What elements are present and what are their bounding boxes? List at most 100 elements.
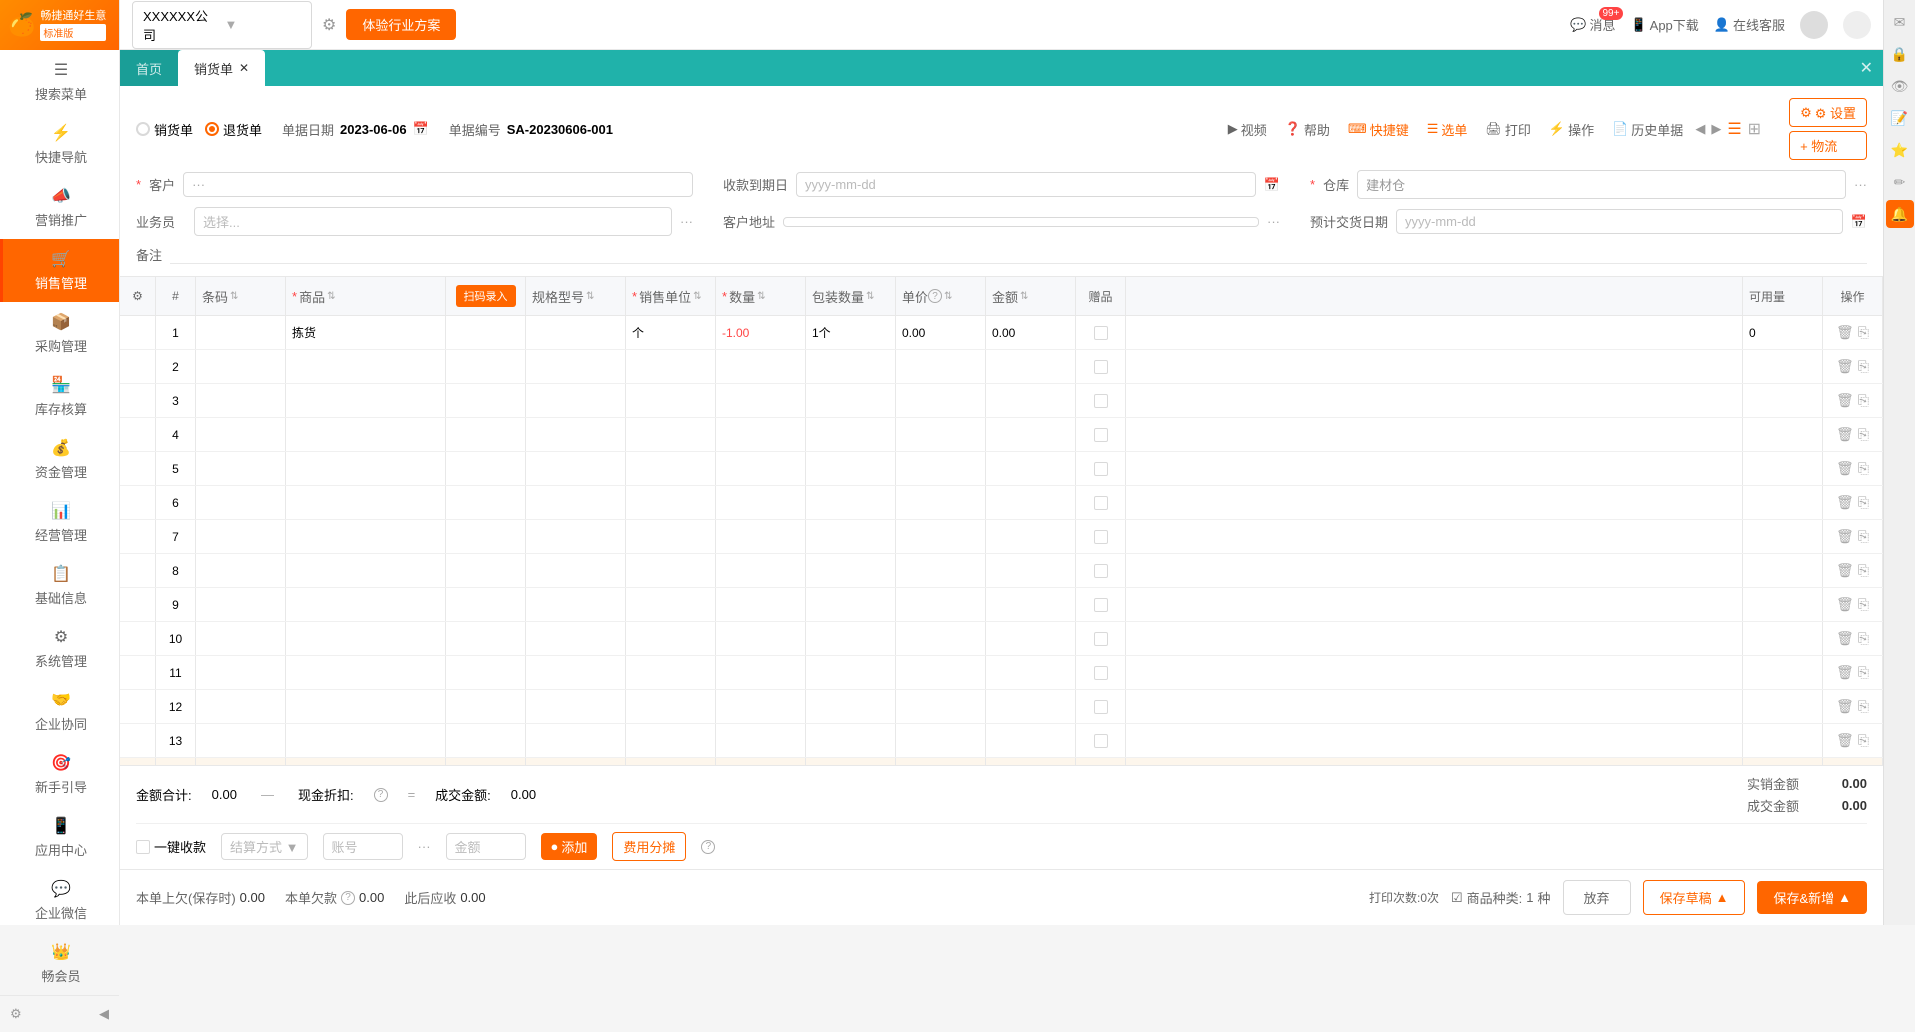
row-qty[interactable]: -1.00 bbox=[716, 316, 806, 349]
scan-button[interactable]: 扫码录入 bbox=[456, 285, 516, 307]
gear-icon[interactable]: ⚙ bbox=[322, 15, 336, 35]
sidebar-item-basic-info[interactable]: 📋 基础信息 bbox=[0, 554, 119, 617]
expected-date-input[interactable]: yyyy-mm-dd bbox=[1396, 209, 1843, 234]
sidebar-item-finance[interactable]: 💰 资金管理 bbox=[0, 428, 119, 491]
amount-input[interactable]: 金额 bbox=[446, 833, 526, 860]
shortcut-btn[interactable]: ⌨ 快捷键 bbox=[1342, 118, 1415, 141]
row-unit[interactable]: 个 bbox=[626, 316, 716, 349]
company-selector[interactable]: XXXXXX公司 ▼ bbox=[132, 1, 312, 49]
radio-sale-order[interactable]: 销货单 bbox=[136, 120, 193, 139]
avatar[interactable] bbox=[1800, 11, 1828, 39]
sidebar-item-marketing[interactable]: 📣 营销推广 bbox=[0, 176, 119, 239]
print-btn[interactable]: 🖨 打印 bbox=[1479, 118, 1537, 141]
collapse-icon[interactable]: ◀ bbox=[99, 1006, 109, 1022]
th-settings[interactable]: ⚙ bbox=[120, 277, 156, 315]
fee-split-button[interactable]: 费用分摊 bbox=[612, 832, 686, 861]
delete-icon[interactable]: 🗑 bbox=[1836, 426, 1854, 443]
calendar-icon-payment[interactable]: 📅 bbox=[1264, 177, 1280, 193]
copy-icon[interactable]: ⎘ bbox=[1858, 630, 1869, 647]
row-gift[interactable] bbox=[1076, 316, 1126, 349]
calendar-icon[interactable]: 📅 bbox=[413, 121, 429, 137]
app-download-button[interactable]: 📱 App下载 bbox=[1630, 15, 1698, 34]
rp-star-icon[interactable]: ⭐ bbox=[1886, 136, 1914, 164]
sidebar-item-quicknav[interactable]: ⚡ 快捷导航 bbox=[0, 113, 119, 176]
customer-input[interactable]: ··· bbox=[183, 172, 693, 197]
sidebar-item-apps[interactable]: 📱 应用中心 bbox=[0, 806, 119, 869]
delete-icon[interactable]: 🗑 bbox=[1836, 630, 1854, 647]
product-type[interactable]: ☑ 商品种类: 1 种 bbox=[1451, 888, 1551, 907]
copy-icon[interactable]: ⎘ bbox=[1858, 494, 1869, 511]
delete-icon[interactable]: 🗑 bbox=[1836, 664, 1854, 681]
rp-eye-icon[interactable]: 👁 bbox=[1886, 72, 1914, 100]
rp-mail-icon[interactable]: ✉ bbox=[1886, 8, 1914, 36]
logistics-button[interactable]: + 物流 bbox=[1789, 131, 1867, 160]
delete-icon[interactable]: 🗑 bbox=[1836, 460, 1854, 477]
history-btn[interactable]: 📄 历史单据 bbox=[1606, 118, 1689, 141]
row-product[interactable]: 拣货 bbox=[286, 316, 446, 349]
tab-home[interactable]: 首页 bbox=[120, 50, 178, 86]
select-btn[interactable]: ☰ 选单 bbox=[1421, 118, 1474, 141]
row-price[interactable]: 0.00 bbox=[896, 316, 986, 349]
close-window-icon[interactable]: ✕ bbox=[1860, 58, 1873, 78]
salesperson-input[interactable]: 选择... bbox=[194, 207, 672, 236]
discard-button[interactable]: 放弃 bbox=[1563, 880, 1631, 915]
radio-return-order[interactable]: 退货单 bbox=[205, 120, 262, 139]
calendar-icon-expected[interactable]: 📅 bbox=[1851, 214, 1867, 230]
delete-icon[interactable]: 🗑 bbox=[1836, 698, 1854, 715]
try-industry-button[interactable]: 体验行业方案 bbox=[346, 9, 456, 40]
copy-icon[interactable]: ⎘ bbox=[1858, 392, 1869, 409]
delete-icon[interactable]: 🗑 bbox=[1836, 562, 1854, 579]
settings-button[interactable]: ⚙ ⚙ 设置 bbox=[1789, 98, 1867, 127]
account-input[interactable]: 账号 bbox=[323, 833, 403, 860]
sidebar-item-collab[interactable]: 🤝 企业协同 bbox=[0, 680, 119, 743]
sidebar-item-inventory[interactable]: 🏪 库存核算 bbox=[0, 365, 119, 428]
nav-prev-icon[interactable]: ◀ bbox=[1695, 121, 1705, 137]
delete-icon[interactable]: 🗑 bbox=[1836, 392, 1854, 409]
add-payment-button[interactable]: ● 添加 bbox=[541, 833, 598, 860]
sort-price-icon[interactable]: ⇅ bbox=[944, 291, 952, 302]
delete-icon[interactable]: 🗑 bbox=[1836, 324, 1854, 341]
view-list-icon[interactable]: ☰ bbox=[1727, 119, 1741, 139]
sort-unit-icon[interactable]: ⇅ bbox=[693, 291, 701, 302]
delete-icon[interactable]: 🗑 bbox=[1836, 528, 1854, 545]
one-click-pay-checkbox[interactable]: 一键收款 bbox=[136, 837, 206, 856]
tab-sales-order[interactable]: 销货单 ✕ bbox=[178, 50, 265, 86]
rp-alert-icon[interactable]: 🔔 bbox=[1886, 200, 1914, 228]
row-barcode[interactable] bbox=[196, 316, 286, 349]
view-grid-icon[interactable]: ⊞ bbox=[1748, 119, 1761, 139]
copy-icon[interactable]: ⎘ bbox=[1858, 698, 1869, 715]
sort-product-icon[interactable]: ⇅ bbox=[327, 291, 335, 302]
operate-btn[interactable]: ⚡ 操作 bbox=[1543, 118, 1600, 141]
copy-icon[interactable]: ⎘ bbox=[1858, 562, 1869, 579]
sidebar-item-operations[interactable]: 📊 经营管理 bbox=[0, 491, 119, 554]
delete-icon[interactable]: 🗑 bbox=[1836, 732, 1854, 749]
delete-icon[interactable]: 🗑 bbox=[1836, 358, 1854, 375]
sidebar-item-guide[interactable]: 🎯 新手引导 bbox=[0, 743, 119, 806]
copy-icon[interactable]: ⎘ bbox=[1858, 732, 1869, 749]
sidebar-item-wechat[interactable]: 💬 企业微信 bbox=[0, 869, 119, 932]
sort-spec-icon[interactable]: ⇅ bbox=[586, 291, 594, 302]
sidebar-item-system[interactable]: ⚙ 系统管理 bbox=[0, 617, 119, 680]
short-help-icon[interactable]: ? bbox=[341, 891, 355, 905]
save-draft-button[interactable]: 保存草稿 ▲ bbox=[1643, 880, 1746, 915]
delete-icon[interactable]: 🗑 bbox=[1836, 494, 1854, 511]
video-btn[interactable]: ▶ 视频 bbox=[1222, 118, 1273, 141]
fee-help-icon[interactable]: ? bbox=[701, 840, 715, 854]
online-service-button[interactable]: 👤 在线客服 bbox=[1714, 15, 1785, 34]
save-new-button[interactable]: 保存&新增 ▲ bbox=[1757, 881, 1867, 914]
settlement-method-input[interactable]: 结算方式 ▼ bbox=[221, 833, 308, 860]
copy-icon[interactable]: ⎘ bbox=[1858, 426, 1869, 443]
price-help-icon[interactable]: ? bbox=[928, 289, 942, 303]
sidebar-item-sales[interactable]: 🛒 销售管理 bbox=[0, 239, 119, 302]
help-btn[interactable]: ❓ 帮助 bbox=[1279, 118, 1336, 141]
copy-icon[interactable]: ⎘ bbox=[1858, 358, 1869, 375]
warehouse-input[interactable]: 建材仓 bbox=[1357, 170, 1846, 199]
sidebar-item-member[interactable]: 👑 畅会员 bbox=[0, 932, 119, 995]
sidebar-item-search[interactable]: ☰ 搜索菜单 bbox=[0, 50, 119, 113]
row-pkg[interactable]: 1个 bbox=[806, 316, 896, 349]
row-amount[interactable]: 0.00 bbox=[986, 316, 1076, 349]
rp-edit-icon[interactable]: ✏ bbox=[1886, 168, 1914, 196]
rp-lock-icon[interactable]: 🔒 bbox=[1886, 40, 1914, 68]
sort-barcode-icon[interactable]: ⇅ bbox=[230, 291, 238, 302]
copy-icon[interactable]: ⎘ bbox=[1858, 460, 1869, 477]
